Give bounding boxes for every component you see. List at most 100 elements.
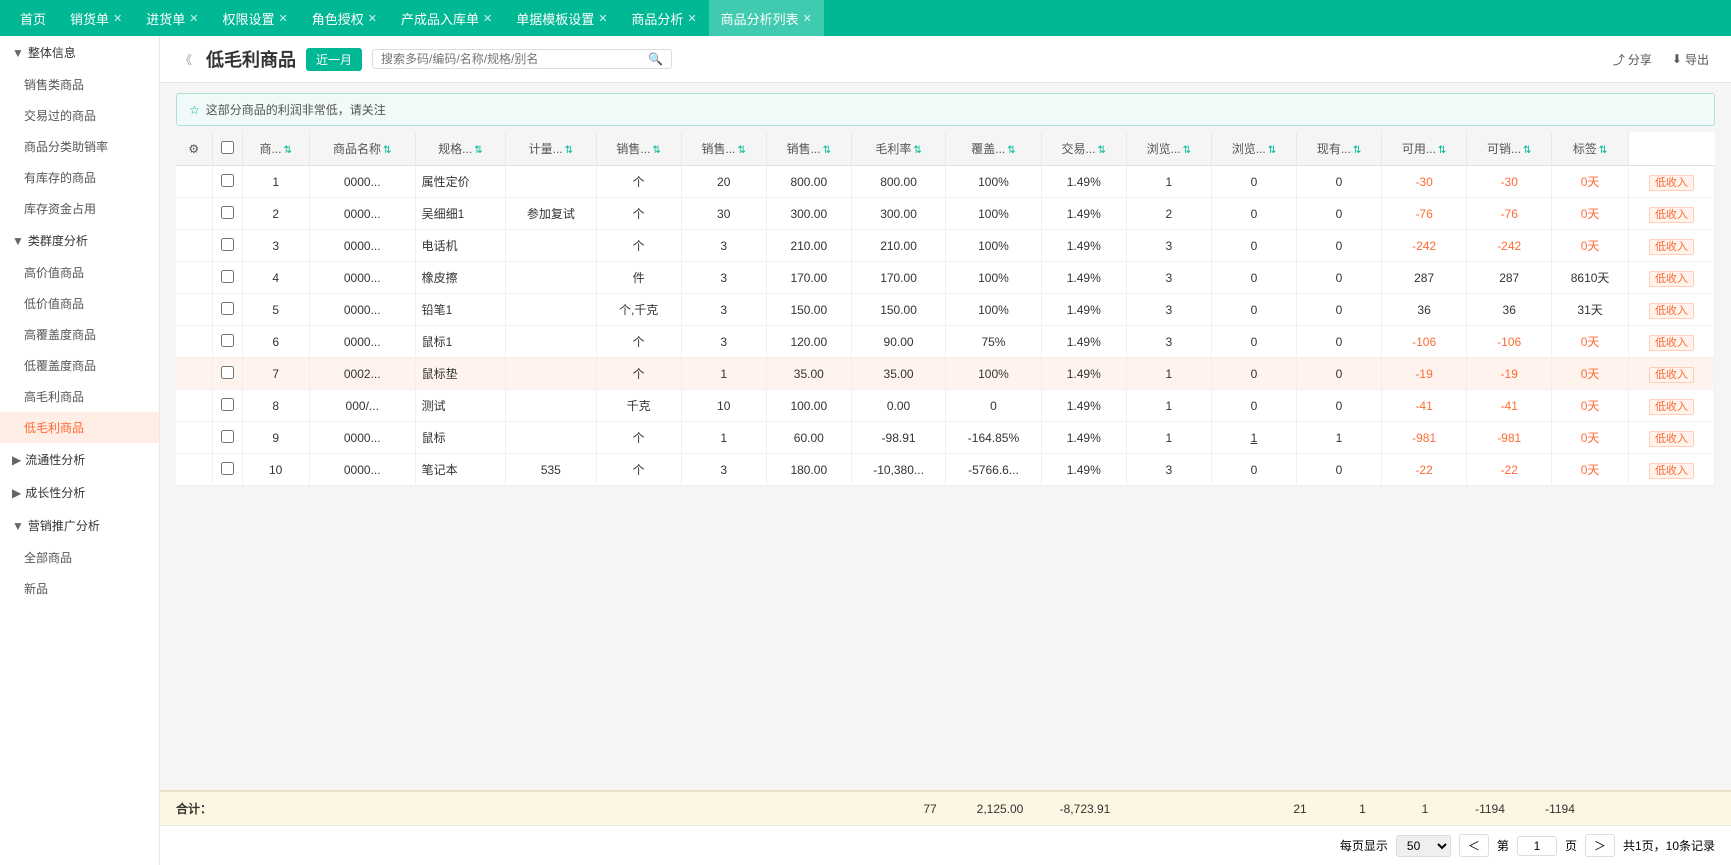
th-unit[interactable]: 计量...⇅	[506, 132, 596, 166]
nav-home[interactable]: 首页	[8, 0, 58, 36]
sidebar-item-all-goods[interactable]: 全部商品	[0, 542, 159, 573]
row-checkbox[interactable]	[221, 206, 234, 219]
nav-finished-goods[interactable]: 产成品入库单 ✕	[389, 0, 504, 36]
sidebar-group-liquidity[interactable]: ▶ 流通性分析	[0, 443, 159, 476]
td-checkbox[interactable]	[212, 166, 242, 198]
sidebar-item-new-goods[interactable]: 新品	[0, 573, 159, 604]
sidebar-item-high-coverage[interactable]: 高覆盖度商品	[0, 319, 159, 350]
th-view2[interactable]: 浏览...⇅	[1211, 132, 1296, 166]
th-margin-rate[interactable]: 毛利率⇅	[851, 132, 945, 166]
next-page-button[interactable]: ＞	[1585, 834, 1615, 857]
sidebar-group-cluster[interactable]: ▼ 类群度分析	[0, 224, 159, 257]
row-checkbox[interactable]	[221, 334, 234, 347]
th-sellable[interactable]: 可销...⇅	[1467, 132, 1552, 166]
close-nav-goods-analysis[interactable]: ✕	[687, 12, 696, 25]
td-checkbox[interactable]	[212, 230, 242, 262]
view1-link[interactable]: 1	[1251, 431, 1258, 445]
th-sales-qty[interactable]: 销售...⇅	[596, 132, 681, 166]
close-nav-permission-setting[interactable]: ✕	[279, 12, 288, 25]
th-current-stock[interactable]: 现有...⇅	[1296, 132, 1381, 166]
close-nav-template-settings[interactable]: ✕	[598, 12, 607, 25]
share-button[interactable]: ⤴ 分享	[1607, 48, 1658, 71]
sidebar-item-high-value[interactable]: 高价值商品	[0, 257, 159, 288]
th-tag[interactable]: 标签⇅	[1552, 132, 1629, 166]
sidebar-collapse-button[interactable]: 《	[176, 47, 196, 72]
prev-page-button[interactable]: ＜	[1459, 834, 1489, 857]
sidebar-item-high-margin[interactable]: 高毛利商品	[0, 381, 159, 412]
sidebar-item-stock-goods[interactable]: 有库存的商品	[0, 162, 159, 193]
th-deal-count[interactable]: 交易...⇅	[1041, 132, 1126, 166]
th-sales-profit[interactable]: 销售...⇅	[766, 132, 851, 166]
total-sales-amount: 2,125.00	[960, 802, 1040, 816]
nav-goods-analysis-list[interactable]: 商品分析列表 ✕	[709, 0, 824, 36]
row-checkbox[interactable]	[221, 270, 234, 283]
close-nav-purchase-order[interactable]: ✕	[189, 12, 198, 25]
td-checkbox[interactable]	[212, 198, 242, 230]
row-checkbox[interactable]	[221, 462, 234, 475]
td-sales-amount: 120.00	[766, 326, 851, 358]
sidebar-item-low-value[interactable]: 低价值商品	[0, 288, 159, 319]
row-checkbox[interactable]	[221, 366, 234, 379]
td-code: 0000...	[309, 230, 415, 262]
close-nav-role-auth[interactable]: ✕	[368, 12, 377, 25]
th-settings[interactable]: ⚙	[176, 132, 212, 166]
date-filter-button[interactable]: 近一月	[306, 48, 362, 71]
td-view1: 0	[1211, 390, 1296, 422]
td-checkbox[interactable]	[212, 358, 242, 390]
sidebar-item-low-coverage[interactable]: 低覆盖度商品	[0, 350, 159, 381]
page-number-input[interactable]	[1517, 836, 1557, 856]
row-checkbox[interactable]	[221, 238, 234, 251]
th-available[interactable]: 可用...⇅	[1382, 132, 1467, 166]
td-name: 鼠标垫	[415, 358, 505, 390]
td-tag: 低收入	[1628, 390, 1714, 422]
td-checkbox[interactable]	[212, 326, 242, 358]
td-checkbox[interactable]	[212, 454, 242, 486]
td-view2: 0	[1296, 358, 1381, 390]
td-checkbox[interactable]	[212, 422, 242, 454]
search-input[interactable]	[381, 52, 648, 66]
sidebar-item-sales-goods[interactable]: 销售类商品	[0, 69, 159, 100]
sidebar-item-inventory-capital[interactable]: 库存资金占用	[0, 193, 159, 224]
td-available: -41	[1467, 390, 1552, 422]
sidebar-item-traded-goods[interactable]: 交易过的商品	[0, 100, 159, 131]
nav-role-auth[interactable]: 角色授权 ✕	[300, 0, 389, 36]
nav-goods-analysis[interactable]: 商品分析 ✕	[619, 0, 708, 36]
th-spec[interactable]: 规格...⇅	[415, 132, 505, 166]
th-coverage[interactable]: 覆盖...⇅	[946, 132, 1041, 166]
nav-purchase-order[interactable]: 进货单 ✕	[134, 0, 210, 36]
th-name[interactable]: 商品名称⇅	[309, 132, 415, 166]
th-sales-amount[interactable]: 销售...⇅	[681, 132, 766, 166]
close-nav-sales-order[interactable]: ✕	[113, 12, 122, 25]
row-checkbox[interactable]	[221, 174, 234, 187]
th-view1[interactable]: 浏览...⇅	[1126, 132, 1211, 166]
td-checkbox[interactable]	[212, 262, 242, 294]
sidebar-group-overview[interactable]: ▼ 整体信息	[0, 36, 159, 69]
sidebar-item-category-assist[interactable]: 商品分类助销率	[0, 131, 159, 162]
td-name: 电话机	[415, 230, 505, 262]
td-view1: 0	[1211, 294, 1296, 326]
th-code[interactable]: 商...⇅	[242, 132, 309, 166]
td-checkbox[interactable]	[212, 390, 242, 422]
select-all-checkbox[interactable]	[221, 141, 234, 154]
table-container: ⚙ 商...⇅ 商品名称⇅ 规格...⇅ 计量...⇅ 销售...⇅ 销售...…	[160, 132, 1731, 790]
th-checkbox[interactable]	[212, 132, 242, 166]
td-available: -76	[1467, 198, 1552, 230]
search-icon[interactable]: 🔍	[648, 52, 663, 66]
sidebar-group-marketing[interactable]: ▼ 营销推广分析	[0, 509, 159, 542]
sidebar-group-growth[interactable]: ▶ 成长性分析	[0, 476, 159, 509]
nav-template-settings[interactable]: 单据模板设置 ✕	[504, 0, 619, 36]
sidebar-item-low-margin[interactable]: 低毛利商品	[0, 412, 159, 443]
row-checkbox[interactable]	[221, 430, 234, 443]
row-checkbox[interactable]	[221, 398, 234, 411]
td-settings	[176, 454, 212, 486]
close-nav-finished-goods[interactable]: ✕	[483, 12, 492, 25]
row-checkbox[interactable]	[221, 302, 234, 315]
nav-permission-setting[interactable]: 权限设置 ✕	[210, 0, 299, 36]
close-nav-goods-analysis-list[interactable]: ✕	[803, 12, 812, 25]
td-checkbox[interactable]	[212, 294, 242, 326]
nav-sales-order[interactable]: 销货单 ✕	[58, 0, 134, 36]
export-button[interactable]: ⬇ 导出	[1666, 48, 1715, 71]
td-sales-qty: 1	[681, 422, 766, 454]
page-size-select[interactable]: 50 100 200	[1396, 835, 1451, 857]
td-deal-count: 3	[1126, 262, 1211, 294]
